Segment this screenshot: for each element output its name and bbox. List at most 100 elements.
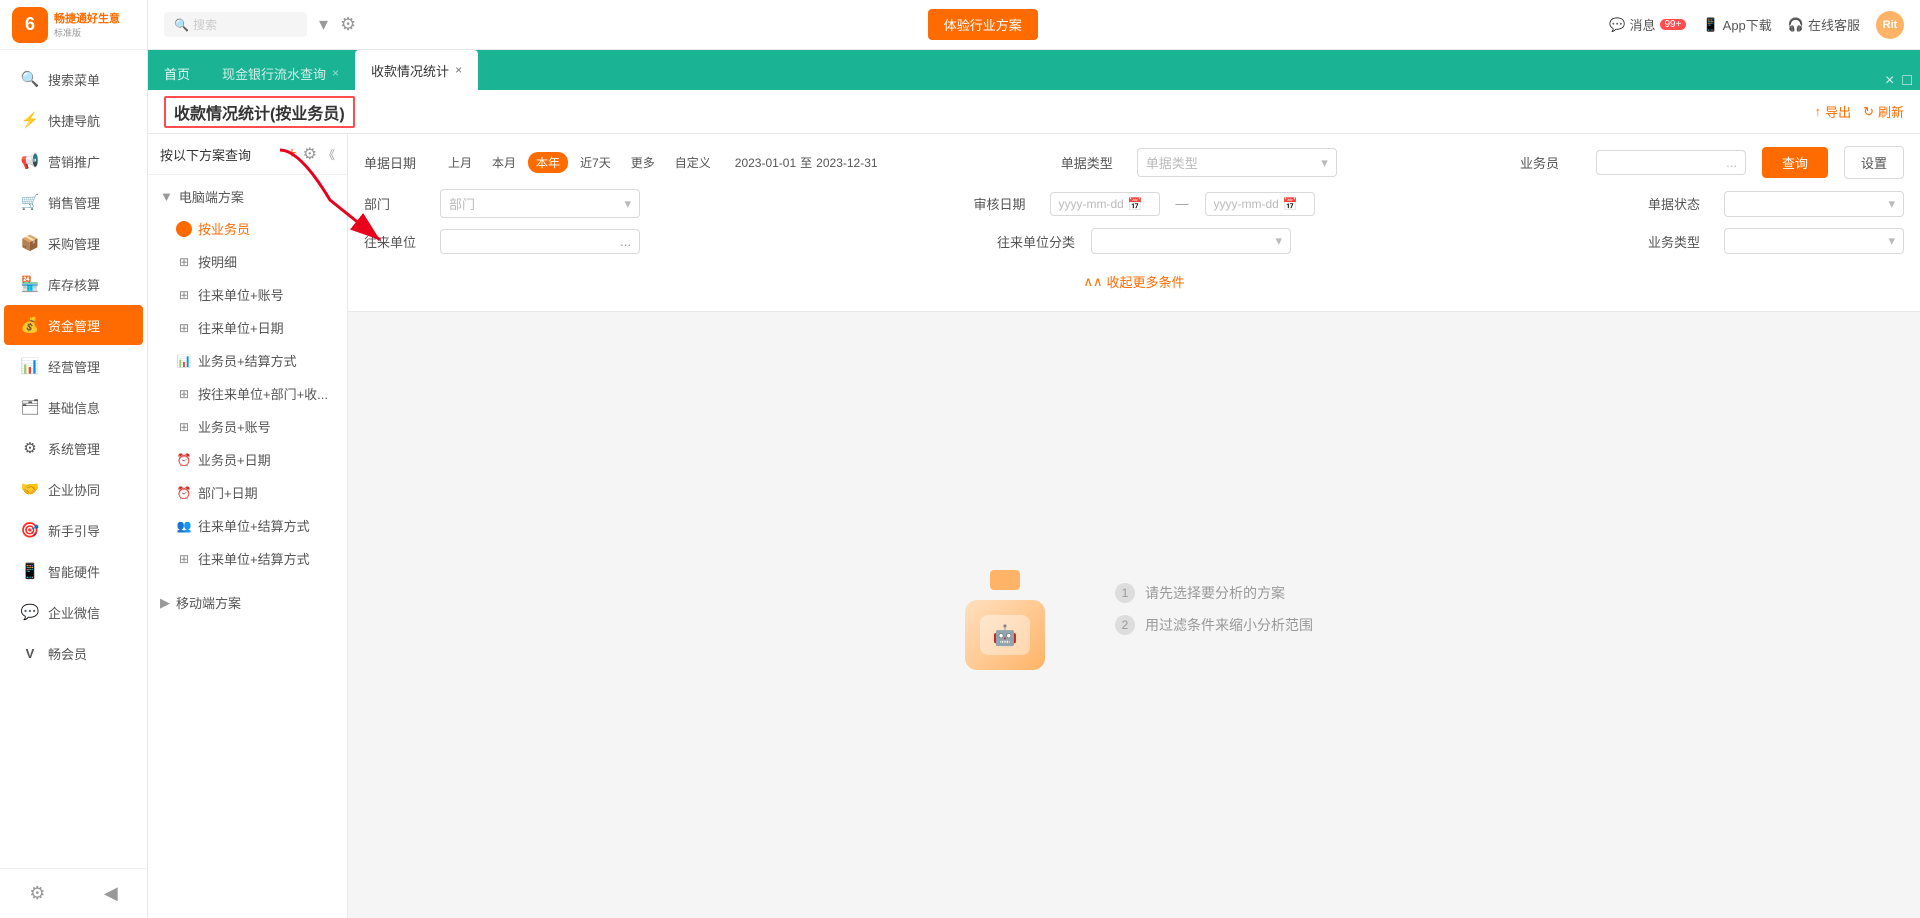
date-tab-7days[interactable]: 近7天 — [572, 152, 619, 173]
sidebar-item-operations[interactable]: 📊 经营管理 — [4, 346, 143, 386]
scheme-item-by-salesperson[interactable]: 按业务员 — [148, 212, 347, 245]
scheme-icon: ⊞ — [176, 254, 192, 270]
empty-illustration: 🤖 — [955, 560, 1055, 670]
date-tab-custom[interactable]: 自定义 — [667, 152, 719, 173]
topbar-online-service[interactable]: 🎧 在线客服 — [1788, 15, 1860, 34]
refresh-button[interactable]: ↻ 刷新 — [1863, 102, 1904, 121]
footer-settings-btn[interactable]: ⚙ — [23, 877, 51, 910]
sidebar-item-system[interactable]: ⚙ 系统管理 — [4, 428, 143, 468]
left-panel-header: 按以下方案查询 + ⚙ 《 — [148, 134, 347, 175]
desktop-group-toggle[interactable]: ▼ 电脑端方案 — [148, 181, 347, 212]
chevron-down-icon: ▾ — [1888, 196, 1895, 212]
partner-category-select[interactable]: ▾ — [1091, 228, 1291, 254]
sidebar-item-purchase[interactable]: 📦 采购管理 — [4, 223, 143, 263]
topbar-right: 💬 消息 99+ 📱 App下载 🎧 在线客服 Rit — [1609, 11, 1904, 39]
partner-select[interactable]: ... — [440, 229, 640, 254]
topbar-user-avatar[interactable]: Rit — [1876, 11, 1904, 39]
tab-home[interactable]: 首页 — [148, 56, 206, 90]
window-max-btn[interactable]: □ — [1902, 72, 1912, 90]
enterprise-icon: 🤝 — [20, 479, 40, 499]
trial-button[interactable]: 体验行业方案 — [928, 9, 1038, 40]
scheme-item-partner-account[interactable]: ⊞ 往来单位+账号 — [148, 278, 347, 311]
topbar-message[interactable]: 💬 消息 99+ — [1609, 15, 1686, 34]
dept-select[interactable]: 部门 ▾ — [440, 189, 640, 218]
topbar-app-download[interactable]: 📱 App下载 — [1702, 15, 1771, 34]
doc-type-select[interactable]: 单据类型 ▾ — [1137, 148, 1337, 177]
sidebar-item-hardware[interactable]: 📱 智能硬件 — [4, 551, 143, 591]
export-button[interactable]: ↑ 导出 — [1815, 102, 1852, 121]
scheme-item-salesperson-date[interactable]: ⏰ 业务员+日期 — [148, 443, 347, 476]
audit-end-input[interactable]: yyyy-mm-dd 📅 — [1205, 192, 1315, 216]
right-panel: 单据日期 上月 本月 本年 近7天 更多 自定义 2023-01-01 至 20… — [348, 134, 1920, 918]
sidebar-item-quicknav[interactable]: ⚡ 快捷导航 — [4, 100, 143, 140]
tab-receipts-close[interactable]: × — [455, 63, 462, 77]
topbar-search-box[interactable]: 🔍 搜索 — [164, 12, 307, 37]
purchase-icon: 📦 — [20, 233, 40, 253]
scheme-item-by-detail[interactable]: ⊞ 按明细 — [148, 245, 347, 278]
refresh-icon: ↻ — [1863, 104, 1874, 120]
left-panel-title: 按以下方案查询 — [160, 145, 251, 164]
active-scheme-icon — [176, 221, 192, 237]
sidebar-item-marketing[interactable]: 📢 营销推广 — [4, 141, 143, 181]
robot-icon: 🤖 — [955, 560, 1055, 670]
tab-bankflow[interactable]: 现金银行流水查询 × — [206, 56, 355, 90]
mobile-scheme-group: ▶ 移动端方案 — [148, 581, 347, 624]
window-close-btn[interactable]: × — [1885, 72, 1894, 90]
inventory-icon: 🏪 — [20, 274, 40, 294]
scheme-item-salesperson-account[interactable]: ⊞ 业务员+账号 — [148, 410, 347, 443]
panel-collapse-btn[interactable]: 《 — [323, 146, 335, 163]
sidebar-item-finance[interactable]: 💰 资金管理 — [4, 305, 143, 345]
page-header: 收款情况统计(按业务员) ↑ 导出 ↻ 刷新 — [148, 90, 1920, 134]
sidebar-item-basic[interactable]: 🗂 基础信息 — [4, 387, 143, 427]
add-scheme-btn[interactable]: + — [287, 145, 296, 163]
tab-bankflow-close[interactable]: × — [332, 66, 339, 80]
sales-icon: 🛒 — [20, 192, 40, 212]
scheme-settings-btn[interactable]: ⚙ — [303, 144, 317, 164]
scheme-item-partner-dept[interactable]: ⊞ 按往来单位+部门+收... — [148, 377, 347, 410]
mobile-group-toggle[interactable]: ▶ 移动端方案 — [148, 587, 347, 618]
scheme-icon: ⊞ — [176, 287, 192, 303]
sidebar-item-sales[interactable]: 🛒 销售管理 — [4, 182, 143, 222]
topbar-dropdown[interactable]: ▾ — [319, 14, 328, 35]
scheme-icon: ⊞ — [176, 320, 192, 336]
query-button[interactable]: 查询 — [1762, 147, 1828, 178]
doc-status-select[interactable]: ▾ — [1724, 191, 1904, 217]
salesperson-select[interactable]: ... — [1596, 150, 1746, 175]
date-tab-this-year[interactable]: 本年 — [528, 152, 568, 173]
sidebar-item-inventory[interactable]: 🏪 库存核算 — [4, 264, 143, 304]
business-type-label: 业务类型 — [1648, 232, 1708, 251]
date-dash: — — [1176, 196, 1189, 211]
footer-collapse-btn[interactable]: ◀ — [98, 877, 124, 910]
user-avatar: Rit — [1876, 11, 1904, 39]
settings-button[interactable]: 设置 — [1844, 146, 1904, 179]
topbar-gear-icon[interactable]: ⚙ — [340, 14, 356, 35]
scheme-icon: 📊 — [176, 353, 192, 369]
tab-receipts[interactable]: 收款情况统计 × — [355, 50, 478, 90]
scheme-item-dept-date[interactable]: ⏰ 部门+日期 — [148, 476, 347, 509]
scheme-item-salesperson-settlement[interactable]: 📊 业务员+结算方式 — [148, 344, 347, 377]
more-icon: ... — [1726, 155, 1737, 170]
wechat-icon: 💬 — [20, 602, 40, 622]
calendar-icon: 📅 — [1128, 197, 1143, 211]
date-tab-last-month[interactable]: 上月 — [440, 152, 480, 173]
scheme-item-partner-settlement2[interactable]: ⊞ 往来单位+结算方式 — [148, 542, 347, 575]
date-tab-this-month[interactable]: 本月 — [484, 152, 524, 173]
quicknav-icon: ⚡ — [20, 110, 40, 130]
sidebar-item-guide[interactable]: 🎯 新手引导 — [4, 510, 143, 550]
sidebar-item-member[interactable]: V 畅会员 — [4, 633, 143, 673]
sidebar-item-enterprise[interactable]: 🤝 企业协同 — [4, 469, 143, 509]
sidebar-item-wechat[interactable]: 💬 企业微信 — [4, 592, 143, 632]
business-type-select[interactable]: ▾ — [1724, 228, 1904, 254]
collapse-filter-btn[interactable]: ∧∧ 收起更多条件 — [364, 264, 1904, 299]
left-panel-actions: + ⚙ 《 — [287, 144, 335, 164]
partner-more-btn[interactable]: ... — [620, 234, 631, 249]
scheme-item-partner-settlement1[interactable]: 👥 往来单位+结算方式 — [148, 509, 347, 542]
scheme-item-partner-date[interactable]: ⊞ 往来单位+日期 — [148, 311, 347, 344]
export-icon: ↑ — [1815, 104, 1822, 119]
audit-start-input[interactable]: yyyy-mm-dd 📅 — [1050, 192, 1160, 216]
finance-icon: 💰 — [20, 315, 40, 335]
date-tab-more[interactable]: 更多 — [623, 152, 663, 173]
sidebar-item-search[interactable]: 🔍 搜索菜单 — [4, 59, 143, 99]
member-icon: V — [20, 643, 40, 663]
chevron-down-icon: ▾ — [1888, 233, 1895, 249]
